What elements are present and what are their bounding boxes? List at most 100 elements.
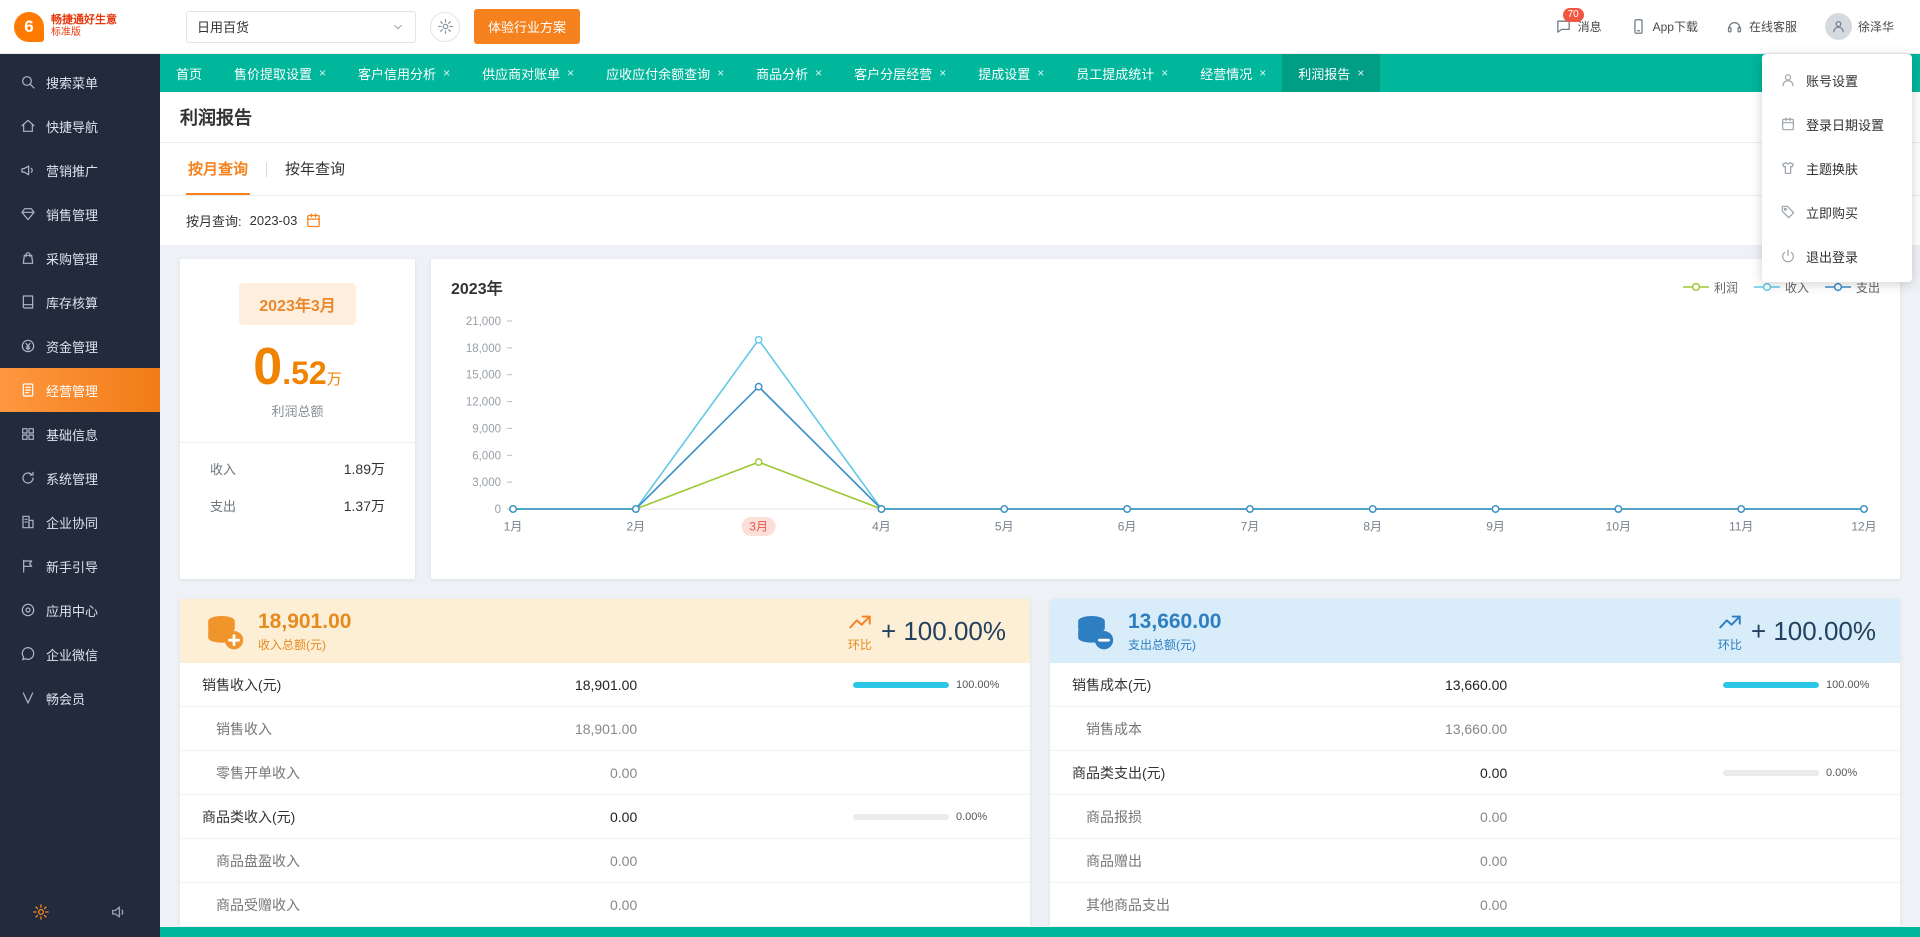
org-select[interactable]: 日用百货	[186, 10, 416, 43]
income-card-header: 18,901.00 收入总额(元) 环比 + 100.00%	[180, 599, 1030, 663]
user-menu-item-power[interactable]: 退出登录	[1762, 234, 1912, 278]
sidebar-item-grid[interactable]: 基础信息	[0, 412, 160, 456]
table-row: 零售开单收入 0.00	[180, 751, 1030, 795]
progress-track	[853, 813, 949, 820]
app-download-button[interactable]: App下载	[1630, 18, 1698, 35]
tab-利润报告[interactable]: 利润报告 ×	[1282, 54, 1381, 92]
coins-plus-icon	[204, 611, 244, 651]
row-label: 商品报损	[1086, 808, 1142, 825]
tag-icon	[1780, 204, 1796, 220]
sync-icon	[20, 470, 36, 486]
sidebar-item-search[interactable]: 搜索菜单	[0, 60, 160, 104]
sidebar-item-label: 系统管理	[46, 471, 99, 487]
sidebar-item-megaphone[interactable]: 营销推广	[0, 148, 160, 192]
user-menu-item-calendar[interactable]: 登录日期设置	[1762, 102, 1912, 146]
sidebar-item-sync[interactable]: 系统管理	[0, 456, 160, 500]
avatar	[1824, 13, 1852, 40]
sidebar-item-member-v[interactable]: 畅会员	[0, 676, 160, 720]
app-logo[interactable]: 6 畅捷通好生意 标准版	[0, 11, 160, 42]
tab-经营情况[interactable]: 经营情况 ×	[1184, 54, 1282, 92]
close-icon[interactable]: ×	[1161, 66, 1168, 80]
close-icon[interactable]: ×	[567, 66, 574, 80]
sidebar-item-bag[interactable]: 采购管理	[0, 236, 160, 280]
calendar-icon[interactable]	[305, 212, 322, 229]
page-title: 利润报告	[180, 108, 252, 128]
svg-text:2月: 2月	[626, 520, 645, 534]
sidebar-item-label: 资金管理	[46, 339, 99, 355]
sidebar-gear-icon[interactable]	[32, 903, 50, 921]
tab-label: 首页	[176, 66, 203, 82]
close-icon[interactable]: ×	[1357, 66, 1364, 80]
sidebar-item-label: 企业微信	[46, 647, 99, 663]
profit-dec: .52	[282, 355, 327, 391]
messages-button[interactable]: 70 消息	[1555, 8, 1602, 35]
tab-商品分析[interactable]: 商品分析 ×	[740, 54, 838, 92]
coins-minus-icon	[1074, 611, 1114, 651]
sidebar-item-building[interactable]: 企业协同	[0, 500, 160, 544]
progress-fill	[1723, 681, 1819, 688]
close-icon[interactable]: ×	[1259, 66, 1266, 80]
user-menu-item-label: 主题换肤	[1806, 161, 1859, 177]
tab-monthly-query[interactable]: 按月查询	[186, 143, 251, 195]
sidebar-item-coin[interactable]: 资金管理	[0, 324, 160, 368]
svg-text:12,000: 12,000	[466, 397, 501, 409]
tab-售价提取设置[interactable]: 售价提取设置 ×	[218, 54, 342, 92]
svg-text:3,000: 3,000	[472, 477, 501, 489]
user-menu-item-tag[interactable]: 立即购买	[1762, 190, 1912, 234]
row-value: 18,901.00	[574, 720, 638, 737]
tab-应收应付余额查询[interactable]: 应收应付余额查询 ×	[590, 54, 740, 92]
close-icon[interactable]: ×	[939, 66, 946, 80]
row-value: 13,660.00	[1444, 720, 1508, 737]
close-icon[interactable]: ×	[319, 66, 326, 80]
sidebar-item-gem[interactable]: 销售管理	[0, 192, 160, 236]
user-menu-item-shirt[interactable]: 主题换肤	[1762, 146, 1912, 190]
user-account-button[interactable]: 徐泽华	[1824, 13, 1894, 40]
table-row[interactable]: 销售成本(元) 13,660.00 100.00%	[1050, 663, 1900, 707]
profit-line-chart[interactable]: 0 3,000 6,000 9,000 12,000 15,000 18,000 21,000…	[451, 307, 1880, 549]
month-picker-value[interactable]: 2023-03	[250, 213, 298, 228]
tab-首页[interactable]: 首页	[160, 54, 218, 92]
building-icon	[20, 514, 36, 530]
settings-gear-button[interactable]	[430, 11, 460, 42]
close-icon[interactable]: ×	[1037, 66, 1044, 80]
messages-badge: 70	[1562, 8, 1584, 22]
grid-icon	[20, 426, 36, 442]
phone-icon	[1630, 18, 1647, 35]
profit-total-value: 0.52万	[253, 341, 341, 393]
online-service-label: 在线客服	[1748, 20, 1797, 34]
tab-提成设置[interactable]: 提成设置 ×	[962, 54, 1060, 92]
tab-yearly-query[interactable]: 按年查询	[283, 143, 347, 195]
sidebar-volume-icon[interactable]	[110, 903, 128, 921]
bottom-scrollbar[interactable]	[160, 927, 1920, 937]
tab-员工提成统计[interactable]: 员工提成统计 ×	[1060, 54, 1184, 92]
table-row[interactable]: 商品类收入(元) 0.00 0.00%	[180, 795, 1030, 839]
user-menu-item-person[interactable]: 账号设置	[1762, 58, 1912, 102]
sidebar-item-chat[interactable]: 企业微信	[0, 632, 160, 676]
expense-huanbi-label: 环比	[1717, 638, 1742, 652]
sidebar-item-flag[interactable]: 新手引导	[0, 544, 160, 588]
row-value: 0.00	[1479, 808, 1508, 825]
user-dropdown-menu: 账号设置 登录日期设置主题换肤立即购买 退出登录	[1762, 54, 1912, 282]
table-row[interactable]: 商品类支出(元) 0.00 0.00%	[1050, 751, 1900, 795]
tab-供应商对账单[interactable]: 供应商对账单 ×	[466, 54, 590, 92]
profit-unit: 万	[326, 371, 342, 388]
close-icon[interactable]: ×	[443, 66, 450, 80]
income-total-block: 18,901.00 收入总额(元)	[258, 610, 351, 653]
sidebar-item-book[interactable]: 库存核算	[0, 280, 160, 324]
close-icon[interactable]: ×	[717, 66, 724, 80]
trial-solution-button[interactable]: 体验行业方案	[474, 9, 581, 44]
table-row[interactable]: 销售收入(元) 18,901.00 100.00%	[180, 663, 1030, 707]
svg-text:18,000: 18,000	[466, 343, 501, 355]
expense-huanbi-value: + 100.00%	[1750, 615, 1876, 646]
tab-客户分层经营[interactable]: 客户分层经营 ×	[838, 54, 962, 92]
sidebar-item-doc[interactable]: 经营管理	[0, 368, 160, 412]
close-icon[interactable]: ×	[815, 66, 822, 80]
sidebar-item-home[interactable]: 快捷导航	[0, 104, 160, 148]
main-content: 首页 售价提取设置 × 客户信用分析 × 供应商对账单 × 应收应付余额查询 × 商品分析 × 客户分…	[160, 54, 1920, 937]
tab-客户信用分析[interactable]: 客户信用分析 ×	[342, 54, 466, 92]
legend-item-利润[interactable]: 利润	[1682, 279, 1738, 296]
sidebar-item-apps[interactable]: 应用中心	[0, 588, 160, 632]
svg-text:5月: 5月	[995, 520, 1014, 534]
online-service-button[interactable]: 在线客服	[1726, 18, 1797, 35]
summary-row-expense: 支出 1.37万	[210, 496, 385, 516]
